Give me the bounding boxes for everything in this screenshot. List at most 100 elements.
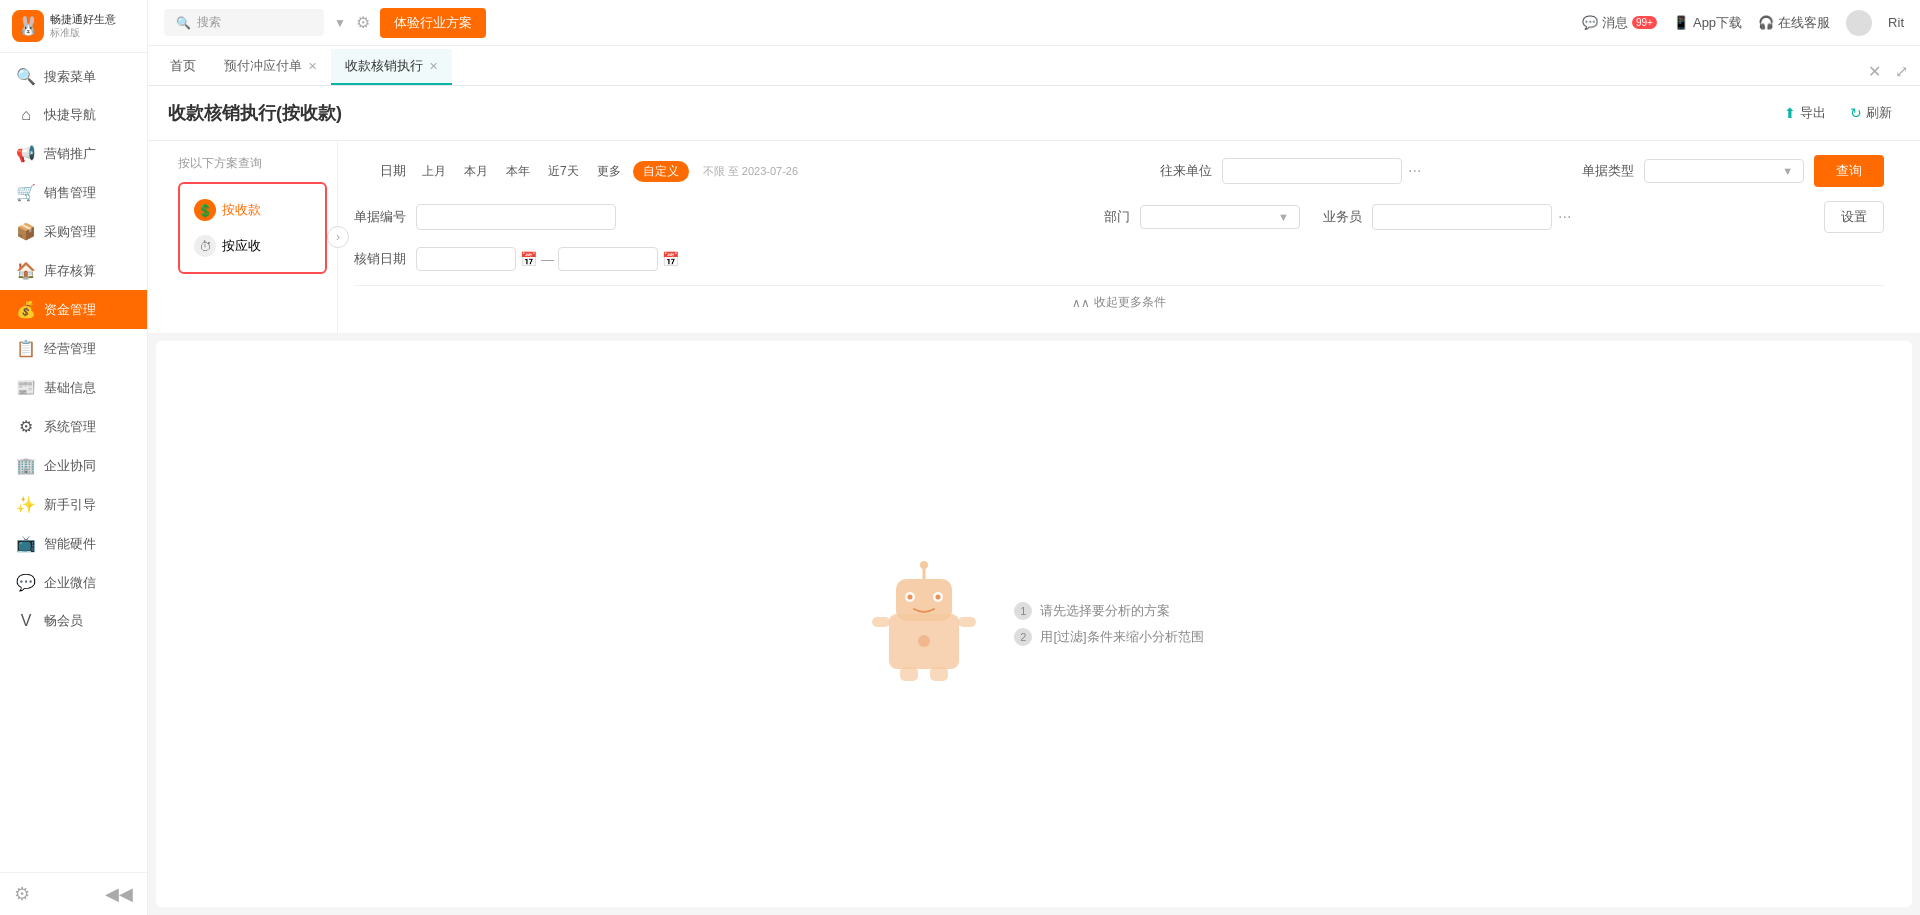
staff-more-icon[interactable]: ··· (1558, 208, 1571, 226)
sidebar-item-marketing[interactable]: 📢 营销推广 (0, 134, 147, 173)
filter-by-receivable[interactable]: ⏱ 按应收 (186, 228, 319, 264)
tab-receipt-writeoff-close[interactable]: ✕ (429, 60, 438, 73)
sidebar-item-quick-nav[interactable]: ⌂ 快捷导航 (0, 96, 147, 134)
dept-select[interactable]: ▼ (1140, 205, 1300, 229)
svg-point-4 (908, 595, 913, 600)
date-btn-prev-month[interactable]: 上月 (416, 160, 452, 183)
staff-input[interactable] (1372, 204, 1552, 230)
page-title: 收款核销执行(按收款) (168, 101, 342, 139)
writeoff-start-cal-icon[interactable]: 📅 (520, 251, 537, 267)
sidebar-item-system[interactable]: ⚙ 系统管理 (0, 407, 147, 446)
tab-prepay-close[interactable]: ✕ (308, 60, 317, 73)
filter-main: 日期 上月 本月 本年 近7天 更多 自定义 不限 至 2023-07-26 (338, 141, 1900, 333)
settings-gear-icon[interactable]: ⚙ (356, 13, 370, 32)
empty-state: 1 请先选择要分析的方案 2 用[过滤]条件来缩小分析范围 (156, 341, 1912, 907)
svg-rect-8 (872, 617, 890, 627)
close-tab-icon[interactable]: ✕ (1864, 58, 1885, 85)
sidebar-item-basic-info[interactable]: 📰 基础信息 (0, 368, 147, 407)
partner-input[interactable] (1222, 158, 1402, 184)
app-version: 标准版 (50, 26, 116, 40)
date-btn-last7[interactable]: 近7天 (542, 160, 585, 183)
nav-label-basic-info: 基础信息 (44, 379, 96, 397)
search-box[interactable]: 🔍 搜索 (164, 9, 324, 36)
svg-point-7 (920, 561, 928, 569)
tab-receipt-writeoff-label: 收款核销执行 (345, 57, 423, 75)
svg-point-12 (918, 635, 930, 647)
sidebar: 🐰 畅捷通好生意 标准版 🔍 搜索菜单 ⌂ 快捷导航 📢 营销推广 🛒 销售管理… (0, 0, 148, 915)
filter-row-3: 核销日期 2023-03-01 📅 — 2023-07-21 📅 (354, 247, 1884, 271)
nav-icon-basic-info: 📰 (16, 378, 36, 397)
tab-bar: 首页 预付冲应付单 ✕ 收款核销执行 ✕ ✕ ⤢ (148, 46, 1920, 86)
sidebar-item-hardware[interactable]: 📺 智能硬件 (0, 524, 147, 563)
sidebar-item-guide[interactable]: ✨ 新手引导 (0, 485, 147, 524)
nav-label-member: 畅会员 (44, 612, 83, 630)
writeoff-end-cal-icon[interactable]: 📅 (662, 251, 679, 267)
dept-arrow-icon: ▼ (1278, 211, 1289, 223)
tab-prepay[interactable]: 预付冲应付单 ✕ (210, 49, 331, 85)
sidebar-nav: 🔍 搜索菜单 ⌂ 快捷导航 📢 营销推广 🛒 销售管理 📦 采购管理 🏠 库存核… (0, 53, 147, 872)
tip-text-1: 请先选择要分析的方案 (1040, 602, 1170, 620)
refresh-btn[interactable]: ↻ 刷新 (1842, 100, 1900, 126)
sidebar-item-sales[interactable]: 🛒 销售管理 (0, 173, 147, 212)
expand-tab-icon[interactable]: ⤢ (1891, 58, 1912, 85)
nav-icon-quick-nav: ⌂ (16, 106, 36, 124)
sidebar-item-inventory[interactable]: 🏠 库存核算 (0, 251, 147, 290)
sidebar-item-enterprise[interactable]: 🏢 企业协同 (0, 446, 147, 485)
svg-rect-11 (930, 667, 948, 681)
nav-label-operation: 经营管理 (44, 340, 96, 358)
sidebar-bottom: ⚙ ◀◀ (0, 872, 147, 915)
search-chevron-icon[interactable]: ▼ (334, 16, 346, 30)
sidebar-item-purchase[interactable]: 📦 采购管理 (0, 212, 147, 251)
date-btn-this-year[interactable]: 本年 (500, 160, 536, 183)
collapse-more-label: 收起更多条件 (1094, 294, 1166, 311)
topbar-left: 🔍 搜索 ▼ ⚙ 体验行业方案 (164, 8, 486, 38)
partner-more-icon[interactable]: ··· (1408, 162, 1421, 180)
svg-rect-1 (896, 579, 952, 621)
setting-btn[interactable]: 设置 (1824, 201, 1884, 233)
nav-icon-enterprise: 🏢 (16, 456, 36, 475)
bill-no-input[interactable] (416, 204, 616, 230)
collapse-sidebar-icon[interactable]: ◀◀ (105, 883, 133, 905)
nav-label-marketing: 营销推广 (44, 145, 96, 163)
app-download-btn[interactable]: 📱 App下载 (1673, 14, 1742, 32)
tab-home[interactable]: 首页 (156, 49, 210, 85)
sidebar-item-member[interactable]: V 畅会员 (0, 602, 147, 640)
main-area: 🔍 搜索 ▼ ⚙ 体验行业方案 💬 消息 99+ 📱 App下载 🎧 在线客服 … (148, 0, 1920, 915)
industry-btn[interactable]: 体验行业方案 (380, 8, 486, 38)
export-icon: ⬆ (1784, 105, 1796, 121)
filter-by-receipt[interactable]: 💲 按收款 (186, 192, 319, 228)
online-service-btn[interactable]: 🎧 在线客服 (1758, 14, 1830, 32)
topbar: 🔍 搜索 ▼ ⚙ 体验行业方案 💬 消息 99+ 📱 App下载 🎧 在线客服 … (148, 0, 1920, 46)
sidebar-item-wechat[interactable]: 💬 企业微信 (0, 563, 147, 602)
empty-robot-icon (864, 559, 984, 689)
svg-rect-9 (958, 617, 976, 627)
bill-type-select[interactable]: ▼ (1644, 159, 1804, 183)
tip-num-2: 2 (1014, 628, 1032, 646)
message-btn[interactable]: 💬 消息 99+ (1582, 14, 1657, 32)
sidebar-item-search[interactable]: 🔍 搜索菜单 (0, 57, 147, 96)
nav-label-finance: 资金管理 (44, 301, 96, 319)
writeoff-date-label: 核销日期 (354, 250, 406, 268)
nav-icon-search: 🔍 (16, 67, 36, 86)
date-btn-more[interactable]: 更多 (591, 160, 627, 183)
filter-sidebar-collapse-btn[interactable]: › (327, 226, 349, 248)
nav-icon-finance: 💰 (16, 300, 36, 319)
sidebar-item-finance[interactable]: 💰 资金管理 (0, 290, 147, 329)
collapse-more-btn[interactable]: ∧∧ 收起更多条件 (354, 285, 1884, 319)
tab-receipt-writeoff[interactable]: 收款核销执行 ✕ (331, 49, 452, 85)
sidebar-item-operation[interactable]: 📋 经营管理 (0, 329, 147, 368)
nav-icon-wechat: 💬 (16, 573, 36, 592)
by-receipt-icon: 💲 (194, 199, 216, 221)
app-name: 畅捷通好生意 (50, 12, 116, 26)
settings-icon[interactable]: ⚙ (14, 883, 30, 905)
user-avatar[interactable] (1846, 10, 1872, 36)
filter-row-2: 单据编号 部门 ▼ 业务员 ··· 设置 (354, 201, 1884, 233)
robot-container: 1 请先选择要分析的方案 2 用[过滤]条件来缩小分析范围 (864, 559, 1203, 689)
export-btn[interactable]: ⬆ 导出 (1776, 100, 1834, 126)
writeoff-end-input[interactable]: 2023-07-21 (558, 247, 658, 271)
query-btn[interactable]: 查询 (1814, 155, 1884, 187)
date-btn-this-month[interactable]: 本月 (458, 160, 494, 183)
writeoff-start-input[interactable]: 2023-03-01 (416, 247, 516, 271)
date-btn-custom[interactable]: 自定义 (633, 161, 689, 182)
tabbar-right: ✕ ⤢ (1864, 58, 1912, 85)
